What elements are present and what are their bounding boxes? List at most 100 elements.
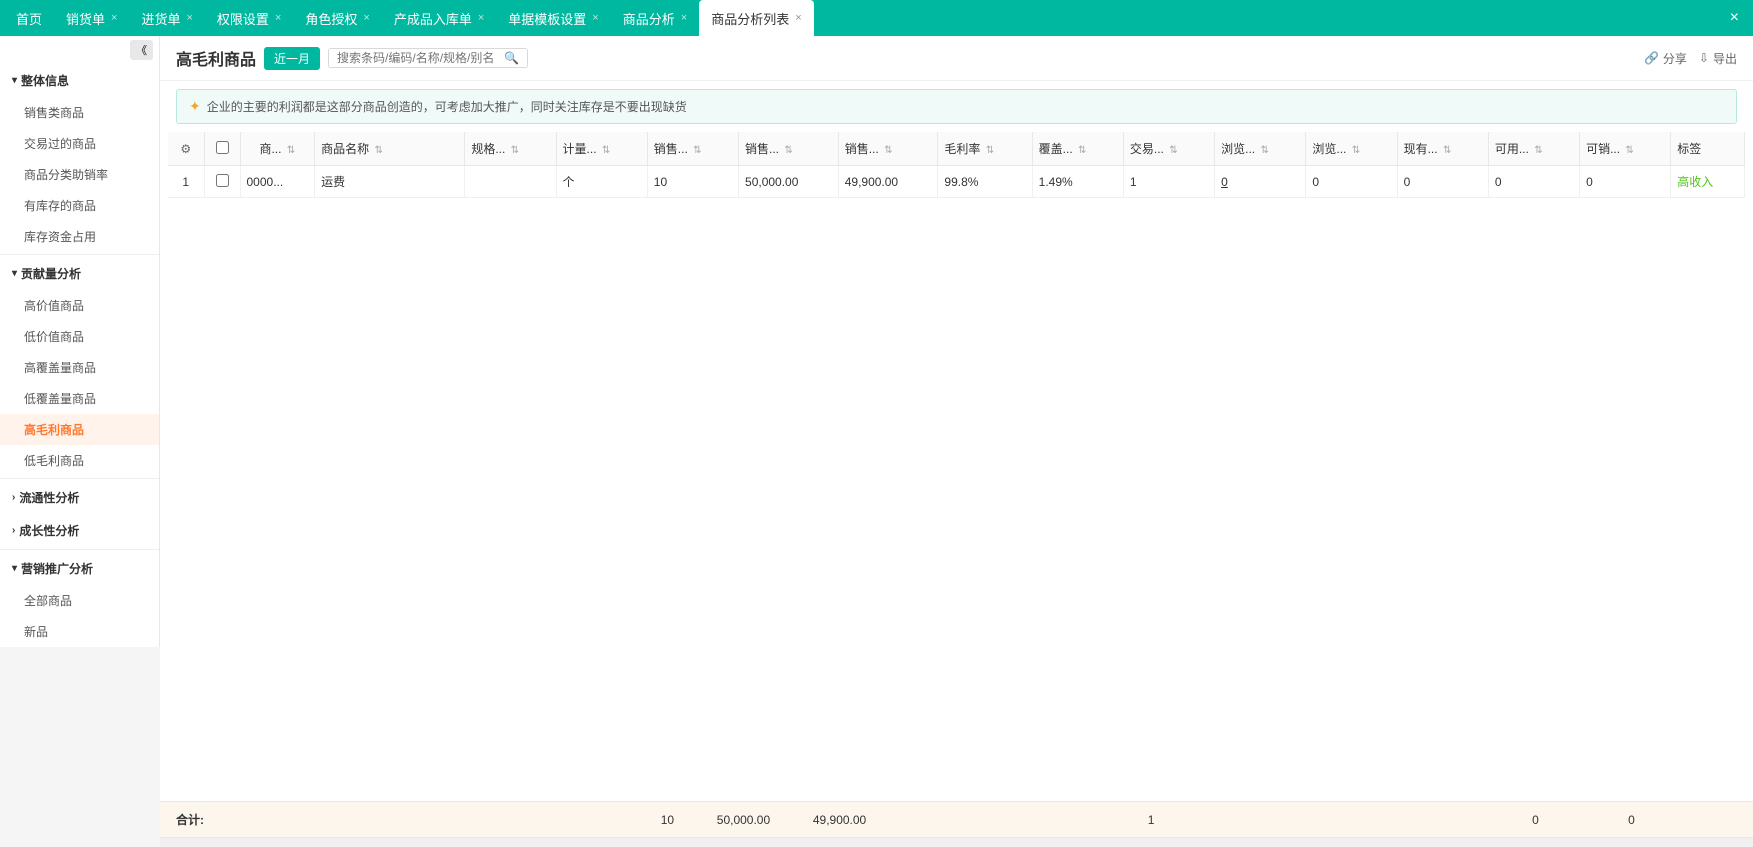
divider-3 bbox=[0, 549, 159, 550]
close-permission-settings[interactable]: × bbox=[275, 12, 281, 24]
footer-sales-amount: 50,000.00 bbox=[680, 813, 776, 827]
select-all-checkbox[interactable] bbox=[216, 141, 229, 154]
sidebar-item-category-rate[interactable]: 商品分类助销率 bbox=[0, 159, 159, 190]
col-sales-profit[interactable]: 销售... ⇅ bbox=[838, 132, 938, 166]
divider-1 bbox=[0, 254, 159, 255]
col-gross-rate[interactable]: 毛利率 ⇅ bbox=[938, 132, 1032, 166]
search-input[interactable] bbox=[337, 51, 500, 65]
col-spec[interactable]: 规格... ⇅ bbox=[465, 132, 556, 166]
tab-product-inbound[interactable]: 产成品入库单 × bbox=[382, 0, 496, 36]
table-container[interactable]: ⚙ 商... ⇅ 商品名称 ⇅ bbox=[160, 132, 1753, 801]
cell-browse2: 0 bbox=[1306, 166, 1397, 198]
horizontal-scrollbar[interactable] bbox=[160, 837, 1753, 847]
sidebar-item-low-value[interactable]: 低价值商品 bbox=[0, 321, 159, 352]
sidebar-section-liquidity[interactable]: › 流通性分析 bbox=[0, 481, 159, 514]
row-checkbox[interactable] bbox=[216, 174, 229, 187]
close-product-inbound[interactable]: × bbox=[478, 12, 484, 24]
col-sales-qty[interactable]: 销售... ⇅ bbox=[647, 132, 738, 166]
close-purchase-order[interactable]: × bbox=[186, 12, 192, 24]
col-salable-stock[interactable]: 可销... ⇅ bbox=[1580, 132, 1671, 166]
tab-role-auth[interactable]: 角色授权 × bbox=[293, 0, 381, 36]
close-product-analysis[interactable]: × bbox=[681, 12, 687, 24]
info-banner: ✦ 企业的主要的利润都是这部分商品创造的，可考虑加大推广，同时关注库存是不要出现… bbox=[176, 89, 1737, 124]
sidebar-item-high-value[interactable]: 高价值商品 bbox=[0, 290, 159, 321]
footer-totals: 合计: 10 50,000.00 49,900.00 1 0 0 bbox=[160, 801, 1753, 837]
col-unit[interactable]: 计量... ⇅ bbox=[556, 132, 647, 166]
sidebar-item-new-goods[interactable]: 新品 bbox=[0, 616, 159, 647]
export-icon: ⇩ bbox=[1699, 51, 1709, 65]
tab-permission-settings[interactable]: 权限设置 × bbox=[205, 0, 293, 36]
sidebar-section-overall[interactable]: ▾ 整体信息 bbox=[0, 64, 159, 97]
close-template-settings[interactable]: × bbox=[592, 12, 598, 24]
tag-label: 高收入 bbox=[1677, 175, 1713, 189]
close-role-auth[interactable]: × bbox=[363, 12, 369, 24]
sort-coverage-icon: ⇅ bbox=[1078, 145, 1086, 156]
cell-code: 0000... bbox=[240, 166, 315, 198]
cell-sales-qty: 10 bbox=[647, 166, 738, 198]
tab-product-analysis-list[interactable]: 商品分析列表 × bbox=[699, 0, 813, 36]
sidebar-section-growth[interactable]: › 成长性分析 bbox=[0, 514, 159, 547]
content-header: 高毛利商品 近一月 🔍 🔗 分享 ⇩ 导出 bbox=[160, 36, 1753, 81]
arrow-marketing: ▾ bbox=[12, 563, 17, 574]
share-button[interactable]: 🔗 分享 bbox=[1644, 50, 1687, 67]
footer-sales-qty: 10 bbox=[584, 813, 680, 827]
content-area: 高毛利商品 近一月 🔍 🔗 分享 ⇩ 导出 ✦ 企业的主要的利润都是这部分商品创… bbox=[160, 36, 1753, 847]
close-product-analysis-list[interactable]: × bbox=[795, 12, 801, 24]
sidebar-item-stock-fund[interactable]: 库存资金占用 bbox=[0, 221, 159, 252]
col-coverage[interactable]: 覆盖... ⇅ bbox=[1032, 132, 1123, 166]
col-available-stock[interactable]: 可用... ⇅ bbox=[1488, 132, 1579, 166]
sort-sales-amount-icon: ⇅ bbox=[784, 145, 792, 156]
close-sales-order[interactable]: × bbox=[111, 12, 117, 24]
info-icon: ✦ bbox=[189, 98, 201, 115]
sidebar-item-low-margin[interactable]: 低毛利商品 bbox=[0, 445, 159, 476]
header-actions: 🔗 分享 ⇩ 导出 bbox=[1644, 50, 1737, 67]
close-all-tabs[interactable]: × bbox=[1720, 9, 1749, 27]
tab-purchase-order[interactable]: 进货单 × bbox=[129, 0, 204, 36]
cell-name: 运费 bbox=[315, 166, 465, 198]
cell-transaction: 1 bbox=[1123, 166, 1214, 198]
sort-available-stock-icon: ⇅ bbox=[1534, 145, 1542, 156]
sidebar-item-traded-goods[interactable]: 交易过的商品 bbox=[0, 128, 159, 159]
export-button[interactable]: ⇩ 导出 bbox=[1699, 50, 1737, 67]
tab-sales-order[interactable]: 销货单 × bbox=[54, 0, 129, 36]
sort-name-icon: ⇅ bbox=[375, 145, 383, 156]
sidebar: 《 ▾ 整体信息 销售类商品 交易过的商品 商品分类助销率 有库存的商品 库存资… bbox=[0, 36, 160, 647]
cell-index: 1 bbox=[168, 166, 204, 198]
sidebar-item-high-margin[interactable]: 高毛利商品 bbox=[0, 414, 159, 445]
sidebar-section-contribution[interactable]: ▾ 贡献量分析 bbox=[0, 257, 159, 290]
date-filter-button[interactable]: 近一月 bbox=[264, 47, 320, 70]
sort-browse2-icon: ⇅ bbox=[1352, 145, 1360, 156]
arrow-growth: › bbox=[12, 525, 15, 536]
sort-unit-icon: ⇅ bbox=[602, 145, 610, 156]
col-transaction[interactable]: 交易... ⇅ bbox=[1123, 132, 1214, 166]
sidebar-item-all-goods[interactable]: 全部商品 bbox=[0, 585, 159, 616]
cell-browse1[interactable]: 0 bbox=[1215, 166, 1306, 198]
col-browse1[interactable]: 浏览... ⇅ bbox=[1215, 132, 1306, 166]
col-current-stock[interactable]: 现有... ⇅ bbox=[1397, 132, 1488, 166]
col-browse2[interactable]: 浏览... ⇅ bbox=[1306, 132, 1397, 166]
settings-icon[interactable]: ⚙ bbox=[180, 142, 191, 156]
tab-home[interactable]: 首页 bbox=[4, 0, 54, 36]
search-icon[interactable]: 🔍 bbox=[504, 51, 519, 65]
sidebar-collapse-btn[interactable]: 《 bbox=[130, 40, 153, 60]
cell-current-stock: 0 bbox=[1397, 166, 1488, 198]
sidebar-item-high-coverage[interactable]: 高覆盖量商品 bbox=[0, 352, 159, 383]
browse1-link[interactable]: 0 bbox=[1221, 175, 1228, 189]
col-sales-amount[interactable]: 销售... ⇅ bbox=[739, 132, 839, 166]
sidebar-section-marketing[interactable]: ▾ 营销推广分析 bbox=[0, 552, 159, 585]
sort-browse1-icon: ⇅ bbox=[1260, 145, 1268, 156]
cell-spec bbox=[465, 166, 556, 198]
sidebar-item-sales-goods[interactable]: 销售类商品 bbox=[0, 97, 159, 128]
sidebar-item-in-stock[interactable]: 有库存的商品 bbox=[0, 190, 159, 221]
cell-tag: 高收入 bbox=[1671, 166, 1745, 198]
search-box: 🔍 bbox=[328, 48, 528, 68]
col-settings[interactable]: ⚙ bbox=[168, 132, 204, 166]
sidebar-item-low-coverage[interactable]: 低覆盖量商品 bbox=[0, 383, 159, 414]
cell-checkbox[interactable] bbox=[204, 166, 240, 198]
tab-product-analysis[interactable]: 商品分析 × bbox=[611, 0, 699, 36]
arrow-contribution: ▾ bbox=[12, 268, 17, 279]
tab-template-settings[interactable]: 单据模板设置 × bbox=[496, 0, 610, 36]
col-code[interactable]: 商... ⇅ bbox=[240, 132, 315, 166]
col-name[interactable]: 商品名称 ⇅ bbox=[315, 132, 465, 166]
sort-current-stock-icon: ⇅ bbox=[1443, 145, 1451, 156]
